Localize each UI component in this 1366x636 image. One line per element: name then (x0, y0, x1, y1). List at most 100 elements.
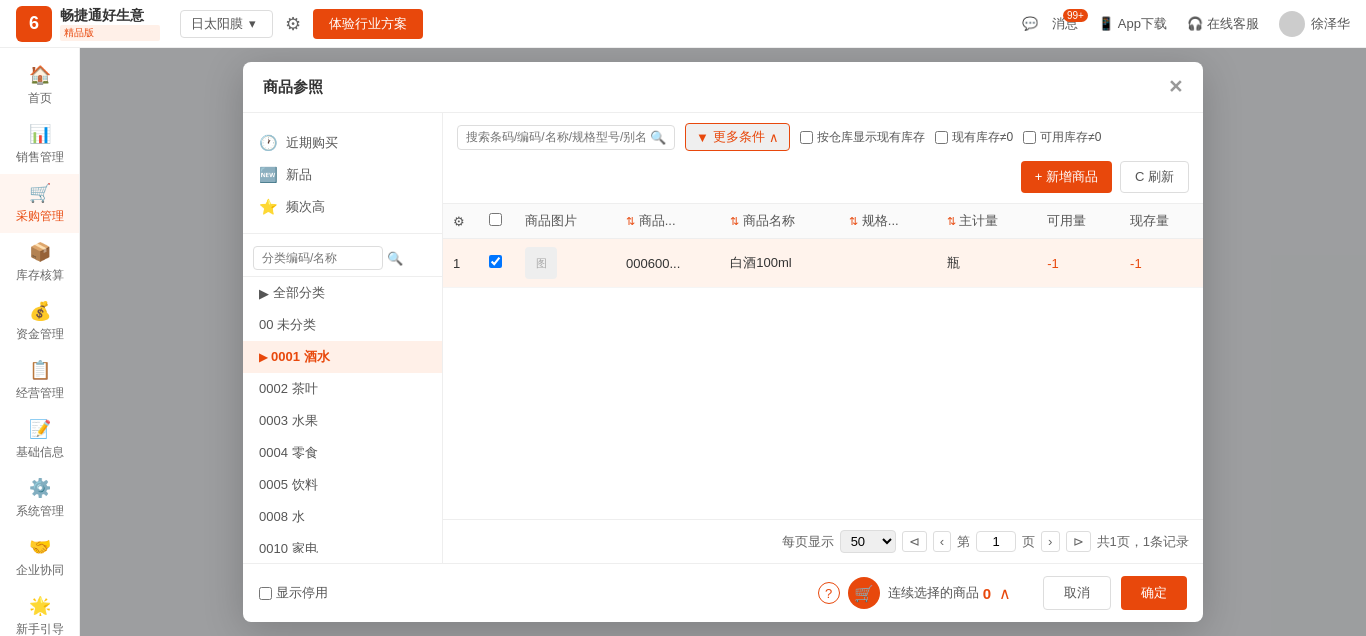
checkbox-available[interactable]: 可用库存≠0 (1023, 129, 1101, 146)
modal-body: 🕐 近期购买 🆕 新品 ⭐ 频次高 (243, 113, 1203, 563)
sidebar-label-operation: 经营管理 (16, 385, 64, 402)
cat-item-unclassified[interactable]: 00 未分类 (243, 309, 442, 341)
warehouse-checkbox[interactable] (800, 131, 813, 144)
show-disabled-checkbox[interactable] (259, 587, 272, 600)
category-search-input[interactable] (253, 246, 383, 270)
online-service[interactable]: 🎧 在线客服 (1187, 15, 1259, 33)
sidebar-item-collab[interactable]: 🤝 企业协同 (0, 528, 79, 587)
available-checkbox[interactable] (1023, 131, 1036, 144)
row-select-checkbox[interactable] (489, 255, 502, 268)
cat-item-tea[interactable]: 0002 茶叶 (243, 373, 442, 405)
search-icon[interactable]: 🔍 (650, 130, 666, 145)
category-search-icon[interactable]: 🔍 (387, 251, 403, 266)
th-unit[interactable]: ⇅ 主计量 (937, 204, 1038, 239)
cat-item-all[interactable]: ▶ 全部分类 (243, 277, 442, 309)
sidebar-item-guide[interactable]: 🌟 新手引导 (0, 587, 79, 636)
th-unit-label: 主计量 (959, 213, 998, 228)
category-search: 🔍 (243, 240, 442, 277)
available-label: 可用库存≠0 (1040, 129, 1101, 146)
experience-button[interactable]: 体验行业方案 (313, 9, 423, 39)
cat-item-beverage[interactable]: 0005 饮料 (243, 469, 442, 501)
main-layout: 🏠 首页 📊 销售管理 🛒 采购管理 📦 库存核算 💰 资金管理 📋 经营管理 … (0, 48, 1366, 636)
th-checkbox[interactable] (479, 204, 515, 239)
sidebar-item-inventory[interactable]: 📦 库存核算 (0, 233, 79, 292)
nav-recent-purchase[interactable]: 🕐 近期购买 (243, 127, 442, 159)
settings-icon[interactable]: ⚙ (285, 13, 301, 35)
per-page-select[interactable]: 10 20 50 100 (840, 530, 896, 553)
refresh-button[interactable]: C 刷新 (1120, 161, 1189, 193)
th-name[interactable]: ⇅ 商品名称 (720, 204, 839, 239)
prev-page-button[interactable]: ‹ (933, 531, 951, 552)
sidebar-item-purchase[interactable]: 🛒 采购管理 (0, 174, 79, 233)
user-info[interactable]: 徐泽华 (1279, 11, 1350, 37)
cat-label-unclassified: 00 未分类 (259, 316, 316, 334)
clock-icon: 🕐 (259, 134, 278, 152)
filter-button[interactable]: ▼ 更多条件 ∧ (685, 123, 790, 151)
checkbox-warehouse[interactable]: 按仓库显示现有库存 (800, 129, 925, 146)
table-row[interactable]: 1 图 000600... 白酒100ml 瓶 -1 -1 (443, 239, 1203, 288)
cat-item-liquor[interactable]: ▶ 0001 酒水 (243, 341, 442, 373)
add-product-button[interactable]: + 新增商品 (1021, 161, 1112, 193)
stock-checkbox[interactable] (935, 131, 948, 144)
divider (243, 233, 442, 234)
th-settings[interactable]: ⚙ (443, 204, 479, 239)
checkbox-stock[interactable]: 现有库存≠0 (935, 129, 1013, 146)
cat-label-all: 全部分类 (273, 284, 325, 302)
selected-info: 连续选择的商品 0 (888, 584, 991, 602)
filter-icon: ▼ (696, 130, 709, 145)
cat-item-snack[interactable]: 0004 零食 (243, 437, 442, 469)
sidebar: 🏠 首页 📊 销售管理 🛒 采购管理 📦 库存核算 💰 资金管理 📋 经营管理 … (0, 48, 80, 636)
row-checkbox[interactable] (479, 239, 515, 288)
page-input[interactable] (976, 531, 1016, 552)
first-page-button[interactable]: ⊲ (902, 531, 927, 552)
filter-label: 更多条件 (713, 128, 765, 146)
pagination: 每页显示 10 20 50 100 ⊲ ‹ 第 页 (443, 519, 1203, 563)
sidebar-item-home[interactable]: 🏠 首页 (0, 56, 79, 115)
nav-frequent[interactable]: ⭐ 频次高 (243, 191, 442, 223)
main-content: 商品参照 ✕ 🕐 近期购买 🆕 (80, 48, 1366, 636)
sidebar-label-collab: 企业协同 (16, 562, 64, 579)
last-page-button[interactable]: ⊳ (1066, 531, 1091, 552)
new-icon: 🆕 (259, 166, 278, 184)
selected-label: 连续选择的商品 (888, 584, 979, 602)
product-table-wrap: ⚙ 商品图片 ⇅ 商品... ⇅ (443, 204, 1203, 519)
cancel-button[interactable]: 取消 (1043, 576, 1111, 610)
app-download[interactable]: 📱 App下载 (1098, 15, 1167, 33)
th-spec-label: 规格... (862, 213, 899, 228)
sidebar-item-system[interactable]: ⚙️ 系统管理 (0, 469, 79, 528)
sidebar-label-inventory: 库存核算 (16, 267, 64, 284)
sidebar-item-sales[interactable]: 📊 销售管理 (0, 115, 79, 174)
show-disabled-label[interactable]: 显示停用 (259, 584, 328, 602)
cart-icon: 🛒 (848, 577, 880, 609)
modal-close-icon[interactable]: ✕ (1168, 76, 1183, 98)
cat-item-appliance[interactable]: 0010 家电 (243, 533, 442, 553)
headset-icon: 🎧 (1187, 16, 1203, 31)
confirm-button[interactable]: 确定 (1121, 576, 1187, 610)
cat-item-fruit[interactable]: 0003 水果 (243, 405, 442, 437)
expand-icon: ▶ (259, 286, 269, 301)
right-panel: 🔍 ▼ 更多条件 ∧ 按仓库显示现有库存 (443, 113, 1203, 563)
nav-new-products[interactable]: 🆕 新品 (243, 159, 442, 191)
message-icon-wrap[interactable]: 💬 99+ 消息 (1022, 15, 1078, 33)
page-total: 共1页，1条记录 (1097, 533, 1189, 551)
sidebar-item-finance[interactable]: 💰 资金管理 (0, 292, 79, 351)
row-spec (839, 239, 937, 288)
help-icon[interactable]: ? (818, 582, 840, 604)
search-input[interactable] (466, 130, 646, 144)
collapse-arrow-icon[interactable]: ∧ (999, 584, 1011, 603)
operation-icon: 📋 (29, 359, 51, 381)
cat-label-snack: 0004 零食 (259, 444, 318, 462)
th-img-label: 商品图片 (525, 213, 577, 228)
th-code[interactable]: ⇅ 商品... (616, 204, 720, 239)
select-all-checkbox[interactable] (489, 213, 502, 226)
cat-item-water[interactable]: 0008 水 (243, 501, 442, 533)
th-spec[interactable]: ⇅ 规格... (839, 204, 937, 239)
nav-right: 💬 99+ 消息 📱 App下载 🎧 在线客服 徐泽华 (1022, 11, 1350, 37)
company-selector[interactable]: 日太阳膜 ▾ (180, 10, 273, 38)
sidebar-item-basic[interactable]: 📝 基础信息 (0, 410, 79, 469)
next-page-button[interactable]: › (1041, 531, 1059, 552)
chevron-up-icon: ∧ (769, 130, 779, 145)
finance-icon: 💰 (29, 300, 51, 322)
inventory-icon: 📦 (29, 241, 51, 263)
sidebar-item-operation[interactable]: 📋 经营管理 (0, 351, 79, 410)
